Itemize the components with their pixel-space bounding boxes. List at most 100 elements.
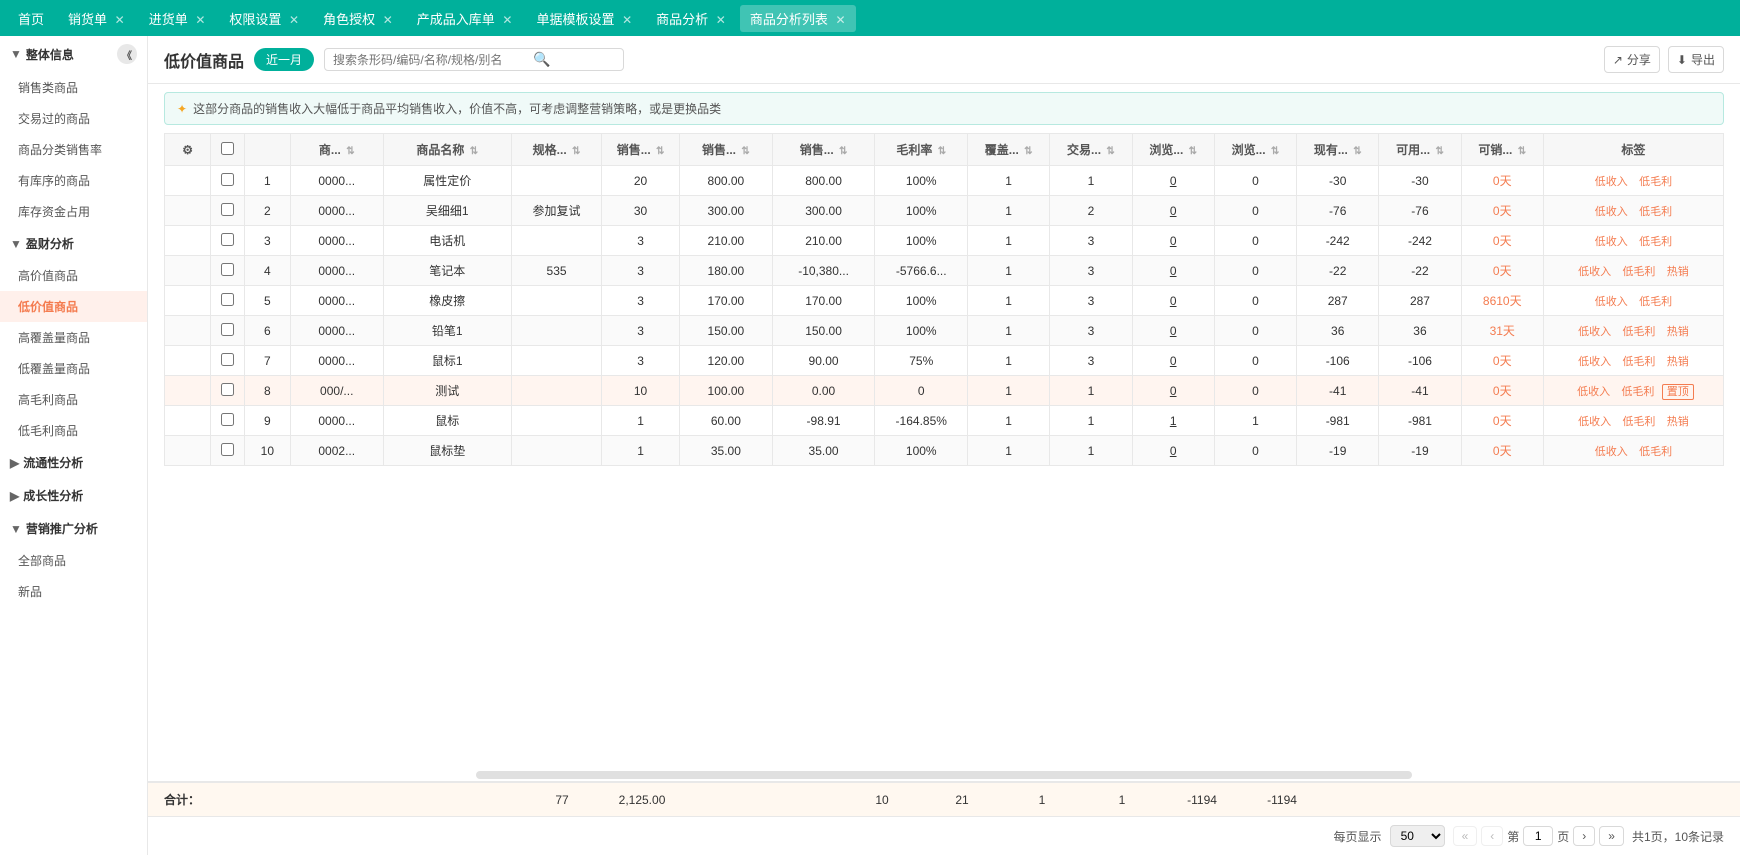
nav-template[interactable]: 单据模板设置 ✕ — [526, 5, 642, 32]
nav-home[interactable]: 首页 — [8, 5, 54, 32]
sidebar-item-stock-capital[interactable]: 库存资金占用 — [0, 196, 147, 227]
th-trade[interactable]: 交易... ⇅ — [1050, 134, 1132, 166]
prev-page-button[interactable]: ‹ — [1481, 826, 1503, 846]
th-gross[interactable]: 毛利率 ⇅ — [875, 134, 968, 166]
th-sellable[interactable]: 可销... ⇅ — [1461, 134, 1543, 166]
th-cover[interactable]: 覆盖... ⇅ — [968, 134, 1050, 166]
sidebar-item-new-products[interactable]: 新品 — [0, 576, 147, 607]
browse1-link[interactable]: 0 — [1170, 384, 1177, 398]
sidebar-section-profit[interactable]: ▼ 盈财分析 — [0, 227, 147, 260]
sidebar-item-low-margin[interactable]: 低毛利商品 — [0, 415, 147, 446]
row-checkbox[interactable] — [221, 443, 234, 456]
cell-sale-price: 120.00 — [680, 346, 773, 376]
cell-checkbox[interactable] — [211, 436, 244, 466]
nav-sales[interactable]: 销货单 ✕ — [58, 5, 135, 32]
search-icon[interactable]: 🔍 — [533, 51, 550, 68]
sidebar-section-overview[interactable]: ▼ 整体信息 《 — [0, 36, 147, 72]
row-checkbox[interactable] — [221, 293, 234, 306]
sidebar-item-low-value[interactable]: 低价值商品 — [0, 291, 147, 322]
row-checkbox[interactable] — [221, 323, 234, 336]
th-sale-price[interactable]: 销售... ⇅ — [680, 134, 773, 166]
scroll-thumb[interactable] — [476, 771, 1412, 779]
sidebar-item-category-sales[interactable]: 商品分类销售率 — [0, 134, 147, 165]
nav-product-analysis-list-close[interactable]: ✕ — [835, 13, 845, 27]
sidebar-section-liquidity[interactable]: ▶ 流通性分析 — [0, 446, 147, 479]
th-stock2[interactable]: 可用... ⇅ — [1379, 134, 1461, 166]
sidebar-item-traded[interactable]: 交易过的商品 — [0, 103, 147, 134]
th-code[interactable]: 商... ⇅ — [290, 134, 383, 166]
cell-checkbox[interactable] — [211, 316, 244, 346]
sidebar-section-marketing[interactable]: ▼ 营销推广分析 — [0, 512, 147, 545]
search-input[interactable] — [333, 53, 533, 67]
nav-purchase[interactable]: 进货单 ✕ — [139, 5, 216, 32]
export-button[interactable]: ⬇ 导出 — [1668, 46, 1724, 73]
select-all-checkbox[interactable] — [221, 142, 234, 155]
filter-recent-month-button[interactable]: 近一月 — [254, 48, 314, 71]
browse1-link[interactable]: 0 — [1170, 204, 1177, 218]
first-page-button[interactable]: « — [1453, 826, 1478, 846]
th-settings[interactable]: ⚙ — [165, 134, 211, 166]
browse1-link[interactable]: 0 — [1170, 294, 1177, 308]
row-checkbox[interactable] — [221, 173, 234, 186]
nav-role-close[interactable]: ✕ — [383, 13, 393, 27]
browse1-link[interactable]: 1 — [1170, 414, 1177, 428]
th-sale-qty[interactable]: 销售... ⇅ — [602, 134, 680, 166]
nav-sales-close[interactable]: ✕ — [115, 13, 125, 27]
nav-permission[interactable]: 权限设置 ✕ — [219, 5, 309, 32]
th-sale-amt[interactable]: 销售... ⇅ — [772, 134, 875, 166]
share-button[interactable]: ↗ 分享 — [1604, 46, 1660, 73]
nav-purchase-close[interactable]: ✕ — [195, 13, 205, 27]
cell-checkbox[interactable] — [211, 166, 244, 196]
nav-product-in[interactable]: 产成品入库单 ✕ — [407, 5, 523, 32]
nav-product-analysis-list[interactable]: 商品分析列表 ✕ — [740, 5, 856, 32]
nav-product-analysis[interactable]: 商品分析 ✕ — [646, 5, 736, 32]
browse1-link[interactable]: 0 — [1170, 324, 1177, 338]
row-checkbox[interactable] — [221, 263, 234, 276]
th-stock1[interactable]: 现有... ⇅ — [1297, 134, 1379, 166]
th-browse1[interactable]: 浏览... ⇅ — [1132, 134, 1214, 166]
sidebar-item-with-stock[interactable]: 有库序的商品 — [0, 165, 147, 196]
row-checkbox[interactable] — [221, 413, 234, 426]
sidebar-item-high-value[interactable]: 高价值商品 — [0, 260, 147, 291]
scroll-bar-area[interactable] — [148, 769, 1740, 781]
browse1-link[interactable]: 0 — [1170, 234, 1177, 248]
browse1-link[interactable]: 0 — [1170, 264, 1177, 278]
cell-checkbox[interactable] — [211, 346, 244, 376]
sidebar-item-high-margin[interactable]: 高毛利商品 — [0, 384, 147, 415]
nav-permission-close[interactable]: ✕ — [289, 13, 299, 27]
cell-checkbox[interactable] — [211, 256, 244, 286]
th-name[interactable]: 商品名称 ⇅ — [383, 134, 512, 166]
sidebar-item-high-coverage[interactable]: 高覆盖量商品 — [0, 322, 147, 353]
next-page-button[interactable]: › — [1573, 826, 1595, 846]
th-browse2[interactable]: 浏览... ⇅ — [1214, 134, 1296, 166]
sidebar-item-sales-products[interactable]: 销售类商品 — [0, 72, 147, 103]
sidebar-item-all-products[interactable]: 全部商品 — [0, 545, 147, 576]
cell-name: 橡皮擦 — [383, 286, 512, 316]
page-number-input[interactable] — [1523, 826, 1553, 846]
cell-checkbox[interactable] — [211, 226, 244, 256]
th-checkbox[interactable] — [211, 134, 244, 166]
cell-checkbox[interactable] — [211, 376, 244, 406]
nav-template-close[interactable]: ✕ — [622, 13, 632, 27]
th-spec[interactable]: 规格... ⇅ — [512, 134, 602, 166]
cell-checkbox[interactable] — [211, 406, 244, 436]
nav-product-analysis-close[interactable]: ✕ — [716, 13, 726, 27]
last-page-button[interactable]: » — [1599, 826, 1624, 846]
per-page-select[interactable]: 50 100 200 — [1390, 825, 1445, 847]
cell-checkbox[interactable] — [211, 196, 244, 226]
row-checkbox[interactable] — [221, 383, 234, 396]
browse1-link[interactable]: 0 — [1170, 174, 1177, 188]
table-row: 6 0000... 铅笔1 3 150.00 150.00 100% 1 3 0… — [165, 316, 1724, 346]
row-checkbox[interactable] — [221, 233, 234, 246]
row-checkbox[interactable] — [221, 353, 234, 366]
sidebar-collapse-btn[interactable]: 《 — [117, 44, 137, 64]
sidebar-item-low-coverage[interactable]: 低覆盖量商品 — [0, 353, 147, 384]
nav-product-in-close[interactable]: ✕ — [502, 13, 512, 27]
cell-tags: 低收入 低毛利 — [1543, 196, 1723, 226]
row-checkbox[interactable] — [221, 203, 234, 216]
nav-role[interactable]: 角色授权 ✕ — [313, 5, 403, 32]
browse1-link[interactable]: 0 — [1170, 354, 1177, 368]
cell-checkbox[interactable] — [211, 286, 244, 316]
browse1-link[interactable]: 0 — [1170, 444, 1177, 458]
sidebar-section-growth[interactable]: ▶ 成长性分析 — [0, 479, 147, 512]
